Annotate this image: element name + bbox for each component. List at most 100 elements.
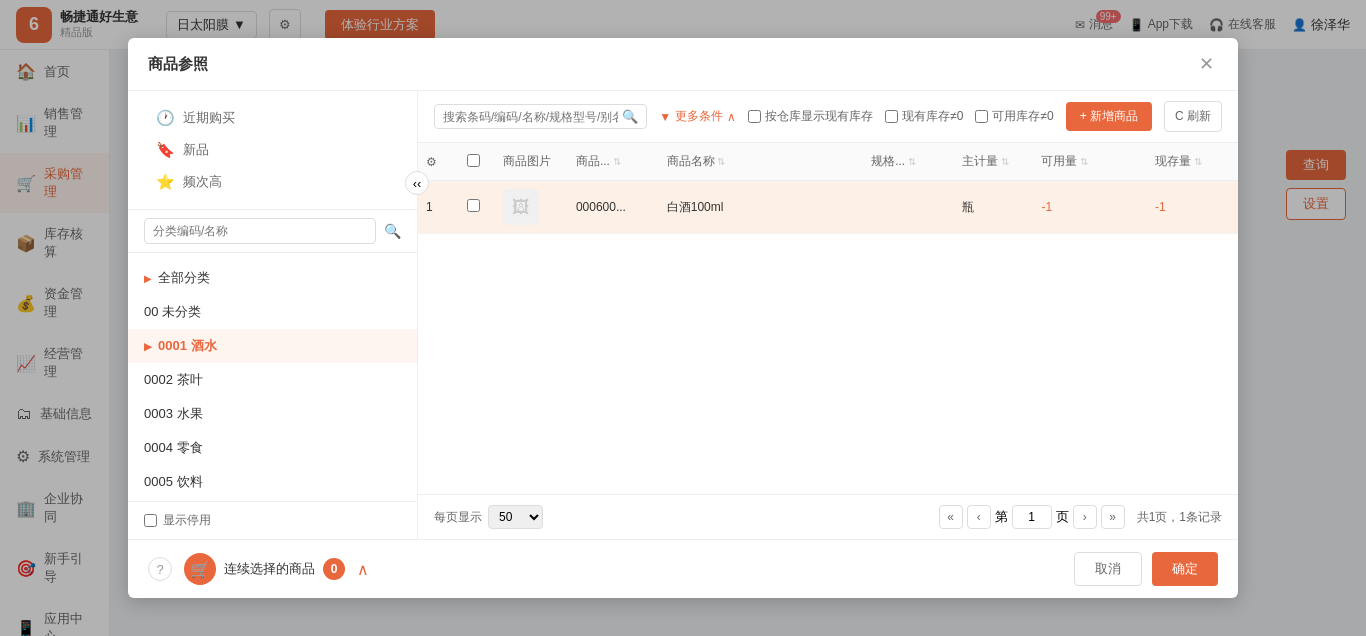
checkbox-stock-label[interactable]: 现有库存≠0 xyxy=(885,108,963,125)
cart-area: 🛒 连续选择的商品 0 ∧ xyxy=(184,553,369,585)
cart-label: 连续选择的商品 xyxy=(224,560,315,578)
new-label: 新品 xyxy=(183,141,209,159)
per-page-selector: 每页显示 50 20 100 xyxy=(434,505,543,529)
row-checkbox[interactable] xyxy=(467,199,480,212)
category-search-row: 🔍 xyxy=(128,210,417,253)
col-checkbox xyxy=(459,143,495,181)
show-disabled-row: 显示停用 xyxy=(128,501,417,539)
recent-label: 近期购买 xyxy=(183,109,235,127)
checkbox-available-text: 可用库存≠0 xyxy=(992,108,1053,125)
help-button[interactable]: ? xyxy=(148,557,172,581)
page-prev-button[interactable]: ‹ xyxy=(967,505,991,529)
all-arrow-icon: ▶ xyxy=(144,273,152,284)
col-stock[interactable]: 现存量 xyxy=(1147,143,1238,181)
category-label-00: 00 未分类 xyxy=(144,303,201,321)
category-item-0005[interactable]: 0005 饮料 xyxy=(128,465,417,499)
checkbox-available[interactable] xyxy=(975,110,988,123)
product-search-input[interactable] xyxy=(443,110,618,124)
left-panel: 🕐 近期购买 🔖 新品 ⭐ 频次高 xyxy=(128,91,418,539)
per-page-label: 每页显示 xyxy=(434,509,482,526)
modal-close-button[interactable]: ✕ xyxy=(1194,52,1218,76)
new-product-tab[interactable]: 🔖 新品 xyxy=(144,135,401,165)
frequent-icon: ⭐ xyxy=(156,173,175,191)
row-checkbox-cell xyxy=(459,181,495,234)
col-code[interactable]: 商品... xyxy=(568,143,659,181)
cart-count: 0 xyxy=(323,558,345,580)
col-image: 商品图片 xyxy=(495,143,568,181)
category-item-0004[interactable]: 0004 零食 xyxy=(128,431,417,465)
category-item-0003[interactable]: 0003 水果 xyxy=(128,397,417,431)
product-table-area: ⚙ 商品图片 商品... 商品名称 规格... 主计量 可用量 现存量 xyxy=(418,143,1238,494)
frequent-label: 频次高 xyxy=(183,173,222,191)
chevron-left-icon: ‹‹ xyxy=(413,176,422,191)
filter-label: 更多条件 xyxy=(675,108,723,125)
per-page-select[interactable]: 50 20 100 xyxy=(488,505,543,529)
footer-buttons: 取消 确定 xyxy=(1074,552,1218,586)
checkbox-stock[interactable] xyxy=(885,110,898,123)
chevron-up-icon: ∧ xyxy=(727,110,736,124)
table-header-row: ⚙ 商品图片 商品... 商品名称 规格... 主计量 可用量 现存量 xyxy=(418,143,1238,181)
checkbox-warehouse-label[interactable]: 按仓库显示现有库存 xyxy=(748,108,873,125)
cart-collapse-button[interactable]: ∧ xyxy=(357,560,369,579)
recent-icon: 🕐 xyxy=(156,109,175,127)
col-available[interactable]: 可用量 xyxy=(1033,143,1147,181)
category-item-00[interactable]: 00 未分类 xyxy=(128,295,417,329)
cat-0001-arrow-icon: ▶ xyxy=(144,341,152,352)
page-suffix: 页 xyxy=(1056,508,1069,526)
category-item-all[interactable]: ▶ 全部分类 xyxy=(128,261,417,295)
checkbox-available-label[interactable]: 可用库存≠0 xyxy=(975,108,1053,125)
category-label-all: 全部分类 xyxy=(158,269,210,287)
modal-title: 商品参照 xyxy=(148,55,208,74)
show-disabled-label: 显示停用 xyxy=(163,512,211,529)
show-disabled-checkbox[interactable] xyxy=(144,514,157,527)
cancel-button[interactable]: 取消 xyxy=(1074,552,1142,586)
col-unit[interactable]: 主计量 xyxy=(954,143,1034,181)
page-first-button[interactable]: « xyxy=(939,505,963,529)
checkbox-group: 按仓库显示现有库存 现有库存≠0 可用库存≠0 xyxy=(748,108,1054,125)
quick-tabs-area: 🕐 近期购买 🔖 新品 ⭐ 频次高 xyxy=(128,91,417,210)
frequent-tab[interactable]: ⭐ 频次高 xyxy=(144,167,401,197)
new-product-button[interactable]: + 新增商品 xyxy=(1066,102,1152,131)
category-label-0001: 0001 酒水 xyxy=(158,337,217,355)
more-filters-button[interactable]: ▼ 更多条件 ∧ xyxy=(659,108,736,125)
category-label-0005: 0005 饮料 xyxy=(144,473,203,491)
category-item-0002[interactable]: 0002 茶叶 xyxy=(128,363,417,397)
category-search-input[interactable] xyxy=(144,218,376,244)
filter-icon: ▼ xyxy=(659,110,671,124)
row-stock: -1 xyxy=(1147,181,1238,234)
toolbar: 🔍 ▼ 更多条件 ∧ 按仓库显示现有库存 现 xyxy=(418,91,1238,143)
page-navigation: « ‹ 第 页 › » 共1页，1条记录 xyxy=(939,505,1222,529)
quick-tabs: 🕐 近期购买 🔖 新品 ⭐ 频次高 xyxy=(144,103,401,197)
row-image: 🖼 xyxy=(495,181,568,234)
panel-collapse-button[interactable]: ‹‹ xyxy=(405,171,429,195)
cart-icon: 🛒 xyxy=(184,553,216,585)
checkbox-warehouse[interactable] xyxy=(748,110,761,123)
row-unit: 瓶 xyxy=(954,181,1034,234)
total-info: 共1页，1条记录 xyxy=(1137,509,1222,526)
category-item-0001[interactable]: ▶ 0001 酒水 xyxy=(128,329,417,363)
page-next-button[interactable]: › xyxy=(1073,505,1097,529)
row-available: -1 xyxy=(1033,181,1147,234)
category-list: ▶ 全部分类 00 未分类 ▶ 0001 酒水 0002 茶叶 0003 水果 xyxy=(128,253,417,501)
pagination-bar: 每页显示 50 20 100 « ‹ 第 页 › xyxy=(418,494,1238,539)
page-last-button[interactable]: » xyxy=(1101,505,1125,529)
row-name: 白酒100ml xyxy=(659,181,863,234)
select-all-checkbox[interactable] xyxy=(467,154,480,167)
col-spec[interactable]: 规格... xyxy=(863,143,954,181)
table-row[interactable]: 1 🖼 000600... 白酒100ml 瓶 -1 -1 xyxy=(418,181,1238,234)
product-reference-modal: 商品参照 ✕ 🕐 近期购买 🔖 新品 xyxy=(128,38,1238,598)
page-number-input[interactable] xyxy=(1012,505,1052,529)
product-search-bar: 🔍 xyxy=(434,104,647,129)
category-search-icon[interactable]: 🔍 xyxy=(384,223,401,239)
refresh-button[interactable]: C 刷新 xyxy=(1164,101,1222,132)
row-code: 000600... xyxy=(568,181,659,234)
modal-overlay: 商品参照 ✕ 🕐 近期购买 🔖 新品 xyxy=(0,0,1366,636)
recent-tab[interactable]: 🕐 近期购买 xyxy=(144,103,401,133)
confirm-button[interactable]: 确定 xyxy=(1152,552,1218,586)
col-name[interactable]: 商品名称 xyxy=(659,143,863,181)
checkbox-warehouse-text: 按仓库显示现有库存 xyxy=(765,108,873,125)
page-label: 第 xyxy=(995,508,1008,526)
search-magnifier-icon[interactable]: 🔍 xyxy=(622,109,638,124)
product-table: ⚙ 商品图片 商品... 商品名称 规格... 主计量 可用量 现存量 xyxy=(418,143,1238,234)
right-panel: 🔍 ▼ 更多条件 ∧ 按仓库显示现有库存 现 xyxy=(418,91,1238,539)
